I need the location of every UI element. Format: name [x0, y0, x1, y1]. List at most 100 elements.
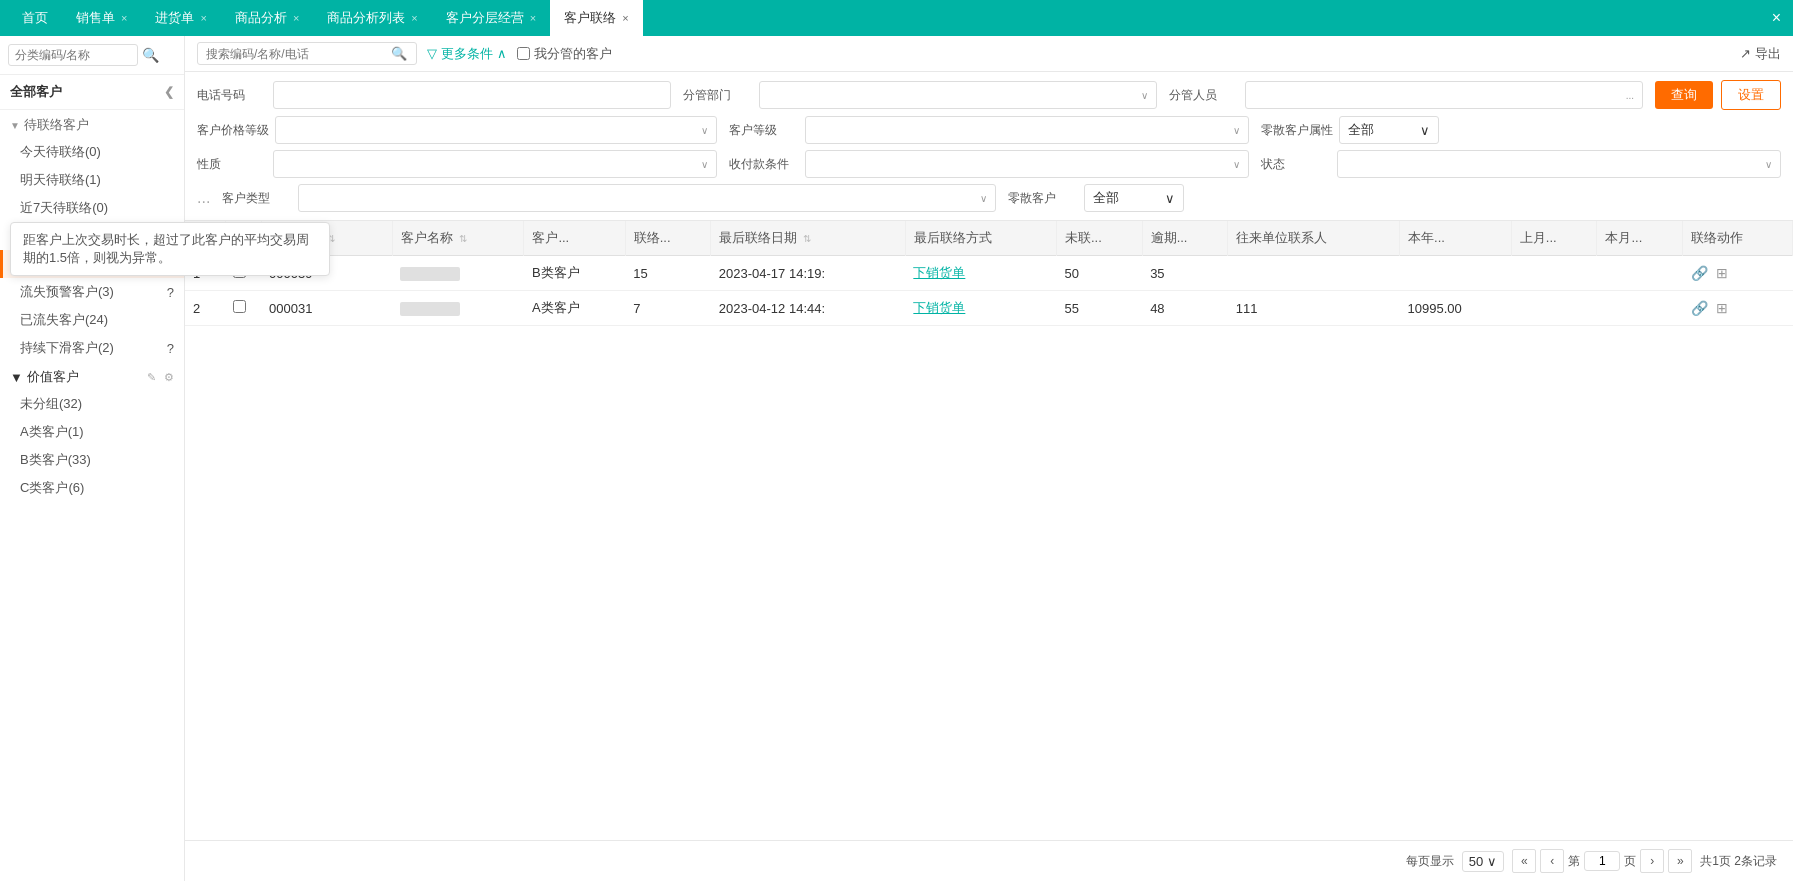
- settings-button[interactable]: 设置: [1721, 80, 1781, 110]
- grid-action-icon[interactable]: ⊞: [1716, 300, 1728, 316]
- sort-icon[interactable]: ⇅: [803, 233, 811, 244]
- more-filter-button[interactable]: ▽ 更多条件 ∧: [427, 45, 507, 63]
- sidebar-item-c-class[interactable]: C类客户(6): [0, 474, 184, 502]
- row-code: 000031: [261, 291, 392, 326]
- row-name: [392, 291, 523, 326]
- sidebar-item-b-class[interactable]: B类客户(33): [0, 446, 184, 474]
- sidebar: 🔍 全部客户 ❮ ▼ 待联络客户 今天待联络(0) 明天待联络(1) 近7天待联…: [0, 36, 185, 881]
- chevron-down-icon: ∨: [1487, 854, 1497, 869]
- prev-page-button[interactable]: ‹: [1540, 849, 1564, 873]
- row-contact-person: [1228, 256, 1400, 291]
- row-name: [392, 256, 523, 291]
- row-current-year: 10995.00: [1400, 291, 1512, 326]
- nav-item-product-analysis[interactable]: 商品分析 ×: [221, 0, 313, 36]
- row-last-contact-date: 2023-04-17 14:19:: [711, 256, 906, 291]
- chevron-down-icon: ∨: [1165, 191, 1175, 206]
- grid-action-icon[interactable]: ⊞: [1716, 265, 1728, 281]
- sidebar-item-7days-pending[interactable]: 近7天待联络(0): [0, 194, 184, 222]
- all-customers-header[interactable]: 全部客户 ❮: [0, 75, 184, 110]
- retail-attr-select[interactable]: 全部 ∨: [1339, 116, 1439, 144]
- export-button[interactable]: ↗ 导出: [1740, 45, 1781, 63]
- content-area: 🔍 ▽ 更多条件 ∧ 我分管的客户 ↗ 导出: [185, 36, 1793, 881]
- sidebar-item-lost-prediction[interactable]: 流失预警客户(3) ?: [0, 278, 184, 306]
- close-icon[interactable]: ×: [121, 12, 127, 24]
- row-last-contact-date: 2023-04-12 14:44:: [711, 291, 906, 326]
- next-page-button[interactable]: ›: [1640, 849, 1664, 873]
- payment-select[interactable]: ∨: [805, 150, 1249, 178]
- my-customers-checkbox[interactable]: [517, 47, 530, 60]
- last-page-button[interactable]: »: [1668, 849, 1692, 873]
- last-contact-method-link[interactable]: 下销货单: [913, 265, 965, 280]
- table-row: 2 000031 A类客户 7 2023-04-12 14:44: 下销货单: [185, 291, 1793, 326]
- close-icon[interactable]: ×: [530, 12, 536, 24]
- pending-group-header[interactable]: ▼ 待联络客户: [0, 110, 184, 138]
- status-select[interactable]: ∨: [1337, 150, 1781, 178]
- search-icon[interactable]: 🔍: [391, 46, 407, 61]
- nav-item-sales[interactable]: 销售单 ×: [62, 0, 141, 36]
- filter-customer-grade: 客户等级 ∨: [729, 116, 1249, 144]
- filter-icon: ▽: [427, 46, 437, 61]
- close-icon[interactable]: ×: [411, 12, 417, 24]
- search-wrap: 🔍: [197, 42, 417, 65]
- link-action-icon[interactable]: 🔗: [1691, 300, 1708, 316]
- th-last-contact-method: 最后联络方式: [905, 221, 1056, 256]
- nav-item-home[interactable]: 首页: [8, 0, 62, 36]
- last-contact-method-link[interactable]: 下销货单: [913, 300, 965, 315]
- page-number-input[interactable]: [1584, 851, 1620, 871]
- close-all-tabs-button[interactable]: ×: [1772, 9, 1781, 27]
- sidebar-item-lost[interactable]: 已流失客户(24): [0, 306, 184, 334]
- filter-status: 状态 ∨: [1261, 150, 1781, 178]
- link-action-icon[interactable]: 🔗: [1691, 265, 1708, 281]
- th-last-contact-date: 最后联络日期 ⇅: [711, 221, 906, 256]
- action-icons: 🔗 ⊞: [1691, 300, 1785, 316]
- toolbar: 🔍 ▽ 更多条件 ∧ 我分管的客户 ↗ 导出: [185, 36, 1793, 72]
- retail-customer-select[interactable]: 全部 ∨: [1084, 184, 1184, 212]
- sidebar-search-icon[interactable]: 🔍: [142, 47, 159, 63]
- sidebar-item-a-class[interactable]: A类客户(1): [0, 418, 184, 446]
- sidebar-item-unclassified[interactable]: 未分组(32): [0, 390, 184, 418]
- dept-select[interactable]: ∨: [759, 81, 1157, 109]
- close-icon[interactable]: ×: [622, 12, 628, 24]
- nav-item-customer-segmentation[interactable]: 客户分层经营 ×: [432, 0, 550, 36]
- phone-input[interactable]: [273, 81, 671, 109]
- collapse-icon[interactable]: ❮: [164, 85, 174, 99]
- search-input[interactable]: [206, 47, 391, 61]
- nav-item-customer-contact[interactable]: 客户联络 ×: [550, 0, 642, 36]
- query-button[interactable]: 查询: [1655, 81, 1713, 109]
- sidebar-search-input[interactable]: [8, 44, 138, 66]
- sidebar-item-tomorrow-pending[interactable]: 明天待联络(1): [0, 166, 184, 194]
- row-last-month: [1511, 291, 1597, 326]
- help-icon: ?: [167, 285, 174, 300]
- customer-grade-select[interactable]: ∨: [805, 116, 1249, 144]
- settings-icon[interactable]: ⚙: [164, 371, 174, 384]
- edit-icon[interactable]: ✎: [147, 371, 156, 384]
- nav-item-product-analysis-list[interactable]: 商品分析列表 ×: [313, 0, 431, 36]
- row-last-contact-method: 下销货单: [905, 291, 1056, 326]
- customer-type-select[interactable]: ∨: [298, 184, 995, 212]
- close-icon[interactable]: ×: [200, 12, 206, 24]
- row-overdue: 48: [1142, 291, 1228, 326]
- th-customer-type: 客户...: [524, 221, 625, 256]
- manager-select[interactable]: ...: [1245, 81, 1643, 109]
- row-action: 🔗 ⊞: [1683, 256, 1793, 291]
- first-page-button[interactable]: «: [1512, 849, 1536, 873]
- row-contact-count: 7: [625, 291, 711, 326]
- value-group-header[interactable]: ▼ 价值客户 ✎ ⚙: [0, 362, 184, 390]
- gender-select[interactable]: ∨: [273, 150, 717, 178]
- sidebar-item-declining[interactable]: 持续下滑客户(2) ?: [0, 334, 184, 362]
- filter-retail-attr: 零散客户属性 全部 ∨: [1261, 116, 1781, 144]
- row-select-checkbox[interactable]: [233, 300, 246, 313]
- sort-icon[interactable]: ⇅: [459, 233, 467, 244]
- row-customer-type: A类客户: [524, 291, 625, 326]
- sidebar-item-today-pending[interactable]: 今天待联络(0): [0, 138, 184, 166]
- price-grade-select[interactable]: ∨: [275, 116, 717, 144]
- close-icon[interactable]: ×: [293, 12, 299, 24]
- more-filter-ellipsis[interactable]: ...: [197, 189, 210, 207]
- th-uncontacted: 未联...: [1056, 221, 1142, 256]
- customer-name-blur: [400, 302, 460, 316]
- per-page-select[interactable]: 50 ∨: [1462, 851, 1504, 872]
- table-header-row: ⚙ 客户编码 ⇅ 客户名称 ⇅: [185, 221, 1793, 256]
- table-wrap: ⚙ 客户编码 ⇅ 客户名称 ⇅: [185, 221, 1793, 840]
- nav-item-purchase[interactable]: 进货单 ×: [141, 0, 220, 36]
- th-action: 联络动作: [1683, 221, 1793, 256]
